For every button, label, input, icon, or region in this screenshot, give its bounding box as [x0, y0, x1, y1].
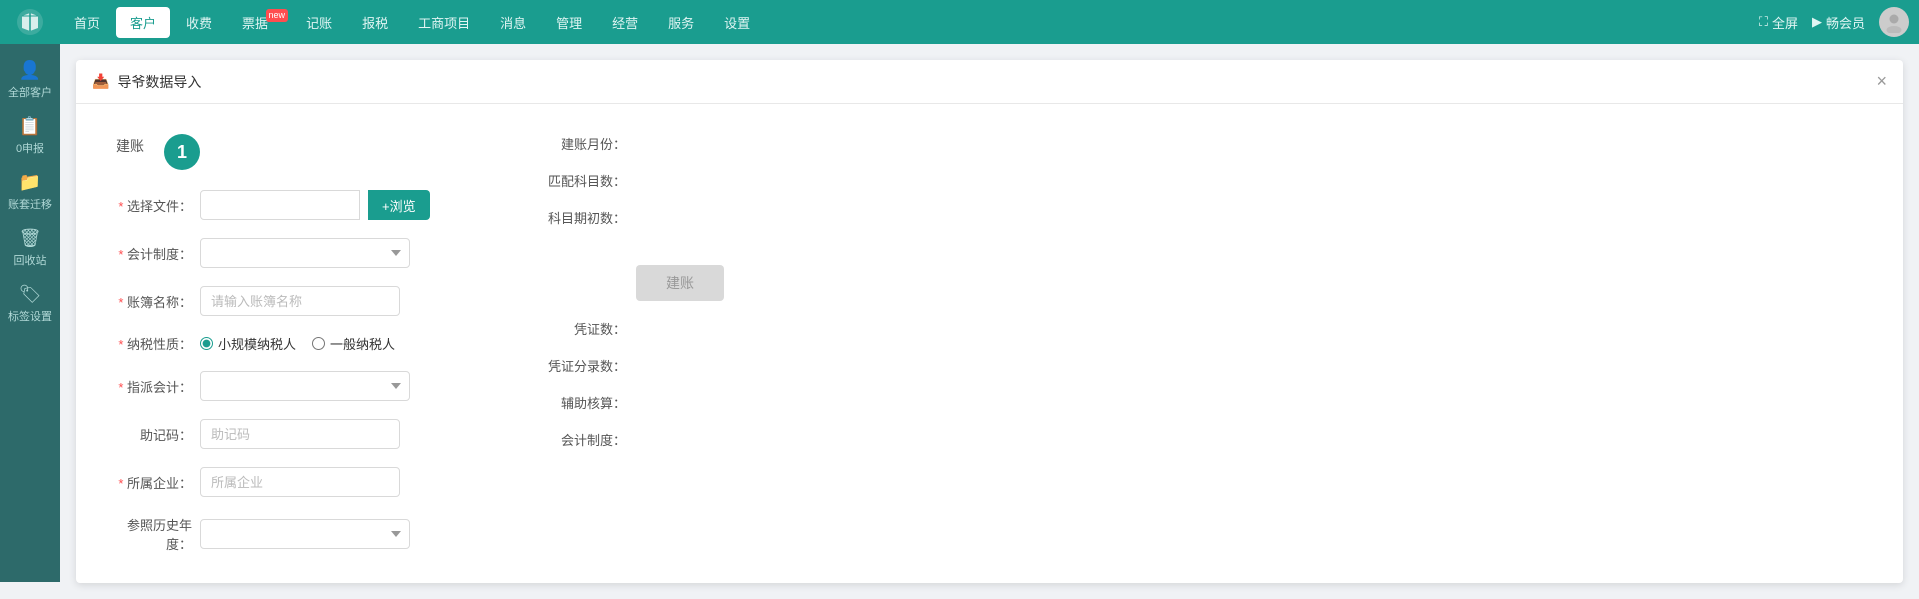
- fullscreen-button[interactable]: ⛶ 全屏: [1759, 13, 1798, 32]
- dialog-header-icon: 📥: [92, 73, 109, 90]
- app-logo[interactable]: [10, 2, 50, 42]
- accounting-system-label: * 会计制度：: [116, 244, 192, 263]
- invoice-badge: new: [266, 9, 289, 23]
- voucher-count-row: 凭证数：: [536, 319, 1863, 338]
- company-label: * 所属企业：: [116, 473, 192, 492]
- memo-input[interactable]: [200, 419, 400, 449]
- topnav-item-manage[interactable]: 管理: [542, 7, 596, 38]
- auxiliary-label: 辅助核算：: [536, 393, 626, 412]
- sidebar-item-tag-settings[interactable]: 🏷 标签设置: [0, 276, 60, 332]
- memo-row: 助记码：: [116, 419, 476, 449]
- form-area: * 选择文件： +浏览 * 会计制度：: [116, 190, 476, 553]
- tax-type-row: * 纳税性质： 小规模纳税人 一般纳税人: [116, 334, 476, 353]
- accounting-system-select[interactable]: [200, 238, 410, 268]
- tax-type-radio-group: 小规模纳税人 一般纳税人: [200, 334, 395, 353]
- dialog-body: 建账 1 * 选择文件： +浏览 * 会计制度: [76, 104, 1903, 583]
- dialog-close-button[interactable]: ×: [1876, 72, 1887, 90]
- recycle-icon: 🗑: [19, 228, 42, 249]
- tax-type-label: * 纳税性质：: [116, 334, 192, 353]
- company-row: * 所属企业：: [116, 467, 476, 497]
- topnav-item-message[interactable]: 消息: [486, 7, 540, 38]
- sidebar-item-all-customers[interactable]: 👤 全部客户: [0, 52, 60, 108]
- memo-label: 助记码：: [116, 425, 192, 444]
- topnav-item-settings[interactable]: 设置: [710, 7, 764, 38]
- voucher-entry-label: 凭证分录数：: [536, 356, 626, 375]
- topnav-item-operation[interactable]: 经营: [598, 7, 652, 38]
- tax-type-general-radio[interactable]: [312, 337, 325, 350]
- auxiliary-row: 辅助核算：: [536, 393, 1863, 412]
- subject-init-row: 科目期初数：: [536, 208, 1863, 227]
- browse-button[interactable]: +浏览: [368, 190, 430, 220]
- accountant-row: * 指派会计：: [116, 371, 476, 401]
- migration-icon: 📁: [19, 172, 41, 193]
- sidebar-item-account-migration[interactable]: 📁 账套迁移: [0, 164, 60, 220]
- vip-icon: ▶: [1812, 14, 1822, 30]
- fullscreen-icon: ⛶: [1759, 14, 1768, 30]
- step-badge-container: 建账 1: [116, 134, 200, 170]
- sidebar-item-declaration[interactable]: 📋 0申报: [0, 108, 60, 164]
- form-section-left: 建账 1 * 选择文件： +浏览 * 会计制度: [116, 134, 476, 553]
- accountant-label: * 指派会计：: [116, 377, 192, 396]
- file-select-input[interactable]: [200, 190, 360, 220]
- sidebar: 👤 全部客户 📋 0申报 📁 账套迁移 🗑 回收站 🏷 标签设置: [0, 44, 60, 582]
- sidebar-item-recycle[interactable]: 🗑 回收站: [0, 220, 60, 276]
- tag-icon: 🏷: [19, 284, 42, 305]
- right-accounting-system-label: 会计制度：: [536, 430, 626, 449]
- match-subject-label: 匹配科目数：: [536, 171, 626, 190]
- create-button-row: 建账: [536, 255, 1863, 301]
- right-accounting-system-row: 会计制度：: [536, 430, 1863, 449]
- build-month-row: 建账月份：: [536, 134, 1863, 153]
- dialog-title: 导爷数据导入: [117, 72, 201, 92]
- topnav-items: 首页 客户 收费 票据 new 记账 报税 工商项目 消息 管理 经营 服务 设…: [60, 7, 1759, 38]
- tax-type-small-text: 小规模纳税人: [218, 334, 296, 353]
- topnav-item-fee[interactable]: 收费: [172, 7, 226, 38]
- build-month-label: 建账月份：: [536, 134, 626, 153]
- voucher-entry-row: 凭证分录数：: [536, 356, 1863, 375]
- topnav-item-customer[interactable]: 客户: [116, 7, 170, 38]
- ledger-name-label: * 账簿名称：: [116, 292, 192, 311]
- file-select-row: * 选择文件： +浏览: [116, 190, 476, 220]
- topnav-item-invoice[interactable]: 票据 new: [228, 7, 290, 38]
- step-circle: 1: [164, 134, 200, 170]
- main-content: 📥 导爷数据导入 × 建账 1 * 选择文件： +浏览: [60, 44, 1919, 599]
- subject-init-label: 科目期初数：: [536, 208, 626, 227]
- history-year-row: 参照历史年度：: [116, 515, 476, 553]
- match-subject-row: 匹配科目数：: [536, 171, 1863, 190]
- dialog-header: 📥 导爷数据导入: [76, 60, 1903, 104]
- tax-type-general-label[interactable]: 一般纳税人: [312, 334, 395, 353]
- topnav-item-tax[interactable]: 报税: [348, 7, 402, 38]
- person-icon: 👤: [19, 60, 41, 81]
- tax-type-small-label[interactable]: 小规模纳税人: [200, 334, 296, 353]
- ledger-name-row: * 账簿名称：: [116, 286, 476, 316]
- topnav-item-service[interactable]: 服务: [654, 7, 708, 38]
- company-input[interactable]: [200, 467, 400, 497]
- accounting-system-row: * 会计制度：: [116, 238, 476, 268]
- voucher-count-label: 凭证数：: [536, 319, 626, 338]
- topnav-item-ledger[interactable]: 记账: [292, 7, 346, 38]
- ledger-name-input[interactable]: [200, 286, 400, 316]
- topnav: 首页 客户 收费 票据 new 记账 报税 工商项目 消息 管理 经营 服务 设…: [0, 0, 1919, 44]
- topnav-item-home[interactable]: 首页: [60, 7, 114, 38]
- step-label: 建账: [116, 136, 144, 156]
- tax-type-general-text: 一般纳税人: [330, 334, 395, 353]
- topnav-right: ⛶ 全屏 ▶ 畅会员: [1759, 7, 1909, 37]
- history-year-label: 参照历史年度：: [116, 515, 192, 553]
- dialog-container: 📥 导爷数据导入 × 建账 1 * 选择文件： +浏览: [76, 60, 1903, 583]
- avatar[interactable]: [1879, 7, 1909, 37]
- accountant-select[interactable]: [200, 371, 410, 401]
- topnav-item-bizproject[interactable]: 工商项目: [404, 7, 484, 38]
- history-year-select[interactable]: [200, 519, 410, 549]
- vip-button[interactable]: ▶ 畅会员: [1812, 13, 1865, 32]
- tax-type-small-radio[interactable]: [200, 337, 213, 350]
- file-select-label: * 选择文件：: [116, 196, 192, 215]
- declaration-icon: 📋: [19, 116, 41, 137]
- form-section-right: 建账月份： 匹配科目数： 科目期初数： 建账 凭证数：: [536, 134, 1863, 553]
- create-account-button[interactable]: 建账: [636, 265, 724, 301]
